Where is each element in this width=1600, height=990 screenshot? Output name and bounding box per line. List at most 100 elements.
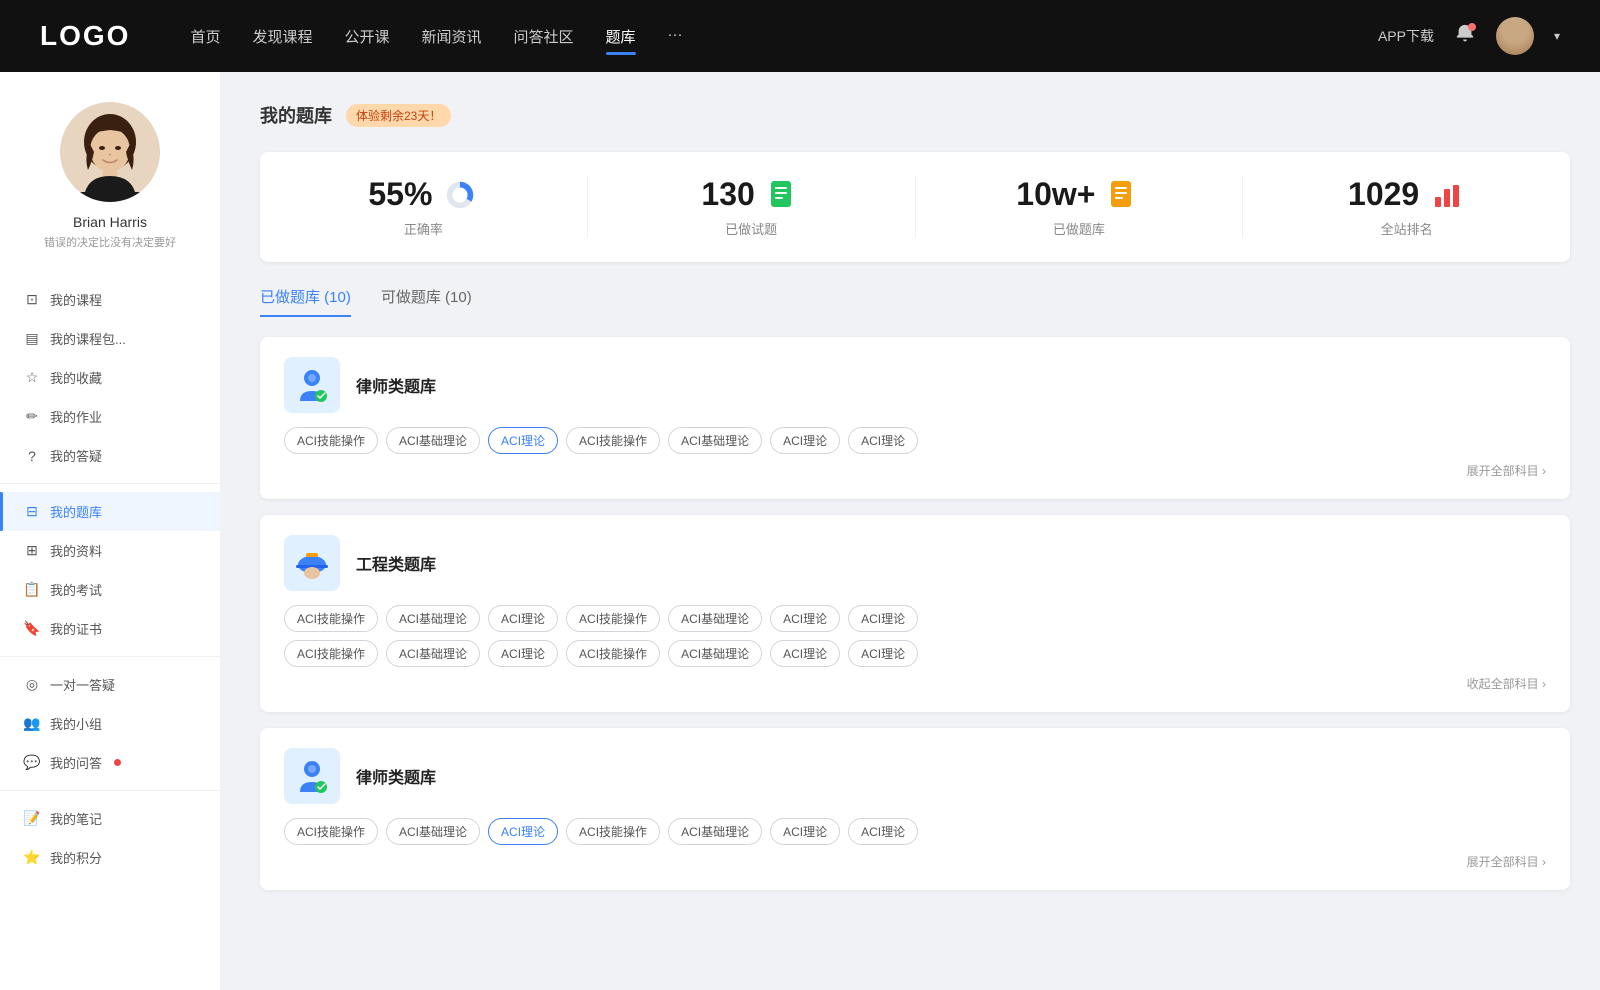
bank-expand-toggle[interactable]: 展开全部科目 ›	[284, 853, 1546, 870]
bank-tag[interactable]: ACI理论	[488, 427, 558, 454]
bank-tag[interactable]: ACI技能操作	[284, 640, 378, 667]
avatar-chevron[interactable]: ▾	[1554, 29, 1560, 43]
stat-label: 已做题库	[1053, 219, 1105, 238]
bank-expand-toggle[interactable]: 展开全部科目 ›	[284, 462, 1546, 479]
bank-tag[interactable]: ACI理论	[848, 427, 918, 454]
bank-tag[interactable]: ACI理论	[848, 818, 918, 845]
sidebar-item-exam[interactable]: 📋 我的考试	[0, 570, 220, 609]
bank-tag[interactable]: ACI理论	[848, 605, 918, 632]
homework-icon: ✏	[24, 409, 40, 425]
stat-label: 正确率	[404, 219, 443, 238]
profile-icon: ⊞	[24, 543, 40, 559]
bank-icon: ⊟	[24, 504, 40, 520]
stat-top: 55%	[368, 176, 478, 213]
sidebar-item-points[interactable]: ⭐ 我的积分	[0, 838, 220, 877]
sidebar-item-label: 一对一答疑	[50, 675, 115, 694]
page-wrapper: Brian Harris 错误的决定比没有决定要好 ⊡ 我的课程 ▤ 我的课程包…	[0, 0, 1600, 990]
nav-links: 首页 发现课程 公开课 新闻资讯 问答社区 题库 ···	[190, 22, 1378, 51]
stat-icon-doc-green	[765, 177, 801, 213]
bank-tag[interactable]: ACI基础理论	[386, 427, 480, 454]
bank-card-0: 律师类题库 ACI技能操作ACI基础理论ACI理论ACI技能操作ACI基础理论A…	[260, 337, 1570, 499]
bank-card-header: 工程类题库	[284, 535, 1546, 591]
sidebar-item-cert[interactable]: 🔖 我的证书	[0, 609, 220, 648]
bank-tag[interactable]: ACI技能操作	[284, 427, 378, 454]
stat-icon-chart-red	[1429, 177, 1465, 213]
sidebar-item-course[interactable]: ⊡ 我的课程	[0, 280, 220, 319]
nav-link-···[interactable]: ···	[668, 22, 683, 51]
main-content: 我的题库 体验剩余23天！ 55% 正确率 130 已做试题 10w+ 已做题库…	[220, 72, 1600, 990]
sidebar-item-qna[interactable]: 💬 我的问答	[0, 743, 220, 782]
sidebar-item-label: 我的课程	[50, 290, 102, 309]
avatar[interactable]	[1496, 17, 1534, 55]
nav-link-公开课[interactable]: 公开课	[344, 22, 389, 51]
nav-link-发现课程[interactable]: 发现课程	[252, 22, 312, 51]
bank-tags-row2: ACI技能操作 ACI基础理论 ACI理论 ACI技能操作 ACI基础理论 ACI理论 AC…	[284, 640, 1546, 667]
bank-tag[interactable]: ACI技能操作	[566, 818, 660, 845]
bank-tag[interactable]: ACI理论	[488, 640, 558, 667]
sidebar-item-oneone[interactable]: ◎ 一对一答疑	[0, 665, 220, 704]
nav-link-问答社区[interactable]: 问答社区	[514, 22, 574, 51]
trial-badge: 体验剩余23天！	[346, 104, 451, 127]
bank-tag[interactable]: ACI技能操作	[284, 818, 378, 845]
sidebar-item-qa[interactable]: ? 我的答疑	[0, 436, 220, 475]
bank-tag[interactable]: ACI理论	[770, 605, 840, 632]
sidebar-motto: 错误的决定比没有决定要好	[44, 234, 176, 250]
tab-0[interactable]: 已做题库 (10)	[260, 286, 351, 317]
exam-icon: 📋	[24, 582, 40, 598]
stat-value: 130	[701, 176, 754, 213]
sidebar-menu: ⊡ 我的课程 ▤ 我的课程包... ☆ 我的收藏 ✏ 我的作业 ? 我的答疑 ⊟…	[0, 280, 220, 877]
sidebar-item-label: 我的笔记	[50, 809, 102, 828]
bank-tag[interactable]: ACI基础理论	[386, 605, 480, 632]
bank-tag[interactable]: ACI理论	[848, 640, 918, 667]
sidebar-divider	[0, 656, 220, 657]
bank-tag[interactable]: ACI基础理论	[668, 605, 762, 632]
bank-tag[interactable]: ACI理论	[488, 818, 558, 845]
sidebar-item-note[interactable]: 📝 我的笔记	[0, 799, 220, 838]
bank-title: 律师类题库	[356, 764, 436, 788]
sidebar-item-label: 我的考试	[50, 580, 102, 599]
stat-item-2: 10w+ 已做题库	[916, 176, 1244, 238]
bank-tag[interactable]: ACI理论	[488, 605, 558, 632]
bank-expand-toggle[interactable]: 收起全部科目 ›	[284, 675, 1546, 692]
sidebar-avatar	[60, 102, 160, 202]
bank-tag[interactable]: ACI基础理论	[668, 640, 762, 667]
nav-link-新闻资讯[interactable]: 新闻资讯	[422, 22, 482, 51]
bank-tags-row1: ACI技能操作 ACI基础理论 ACI理论 ACI技能操作 ACI基础理论 ACI理论 AC…	[284, 605, 1546, 632]
stat-top: 10w+	[1016, 176, 1141, 213]
tab-1[interactable]: 可做题库 (10)	[381, 286, 472, 317]
bank-tag[interactable]: ACI技能操作	[566, 605, 660, 632]
bank-tag[interactable]: ACI技能操作	[566, 427, 660, 454]
bank-tag[interactable]: ACI基础理论	[668, 818, 762, 845]
page-title: 我的题库	[260, 102, 332, 128]
stat-icon-doc-orange	[1105, 177, 1141, 213]
notification-bell[interactable]	[1454, 23, 1476, 50]
course-icon: ⊡	[24, 292, 40, 308]
nav-link-首页[interactable]: 首页	[190, 22, 220, 51]
sidebar-item-homework[interactable]: ✏ 我的作业	[0, 397, 220, 436]
bank-tag[interactable]: ACI理论	[770, 818, 840, 845]
bank-tag[interactable]: ACI理论	[770, 640, 840, 667]
stats-row: 55% 正确率 130 已做试题 10w+ 已做题库 1029 全站排名	[260, 152, 1570, 262]
nav-link-题库[interactable]: 题库	[606, 22, 636, 51]
sidebar-item-group[interactable]: 👥 我的小组	[0, 704, 220, 743]
navbar-right: APP下载 ▾	[1378, 17, 1560, 55]
bank-tag[interactable]: ACI基础理论	[386, 818, 480, 845]
bank-tag[interactable]: ACI技能操作	[566, 640, 660, 667]
sidebar-item-label: 我的课程包...	[50, 329, 126, 348]
note-icon: 📝	[24, 811, 40, 827]
sidebar-item-star[interactable]: ☆ 我的收藏	[0, 358, 220, 397]
bank-tag[interactable]: ACI技能操作	[284, 605, 378, 632]
app-download[interactable]: APP下载	[1378, 26, 1434, 46]
bank-tag[interactable]: ACI基础理论	[668, 427, 762, 454]
bank-card-2: 律师类题库 ACI技能操作 ACI基础理论 ACI理论 ACI技能操作 ACI基础理论 A…	[260, 728, 1570, 890]
avatar-img	[1496, 17, 1534, 55]
stat-icon-pie	[442, 177, 478, 213]
sidebar-item-package[interactable]: ▤ 我的课程包...	[0, 319, 220, 358]
sidebar-item-label: 我的积分	[50, 848, 102, 867]
sidebar-item-profile[interactable]: ⊞ 我的资料	[0, 531, 220, 570]
sidebar-item-bank[interactable]: ⊟ 我的题库	[0, 492, 220, 531]
logo[interactable]: LOGO	[40, 20, 130, 52]
package-icon: ▤	[24, 331, 40, 347]
bank-tag[interactable]: ACI基础理论	[386, 640, 480, 667]
bank-tag[interactable]: ACI理论	[770, 427, 840, 454]
